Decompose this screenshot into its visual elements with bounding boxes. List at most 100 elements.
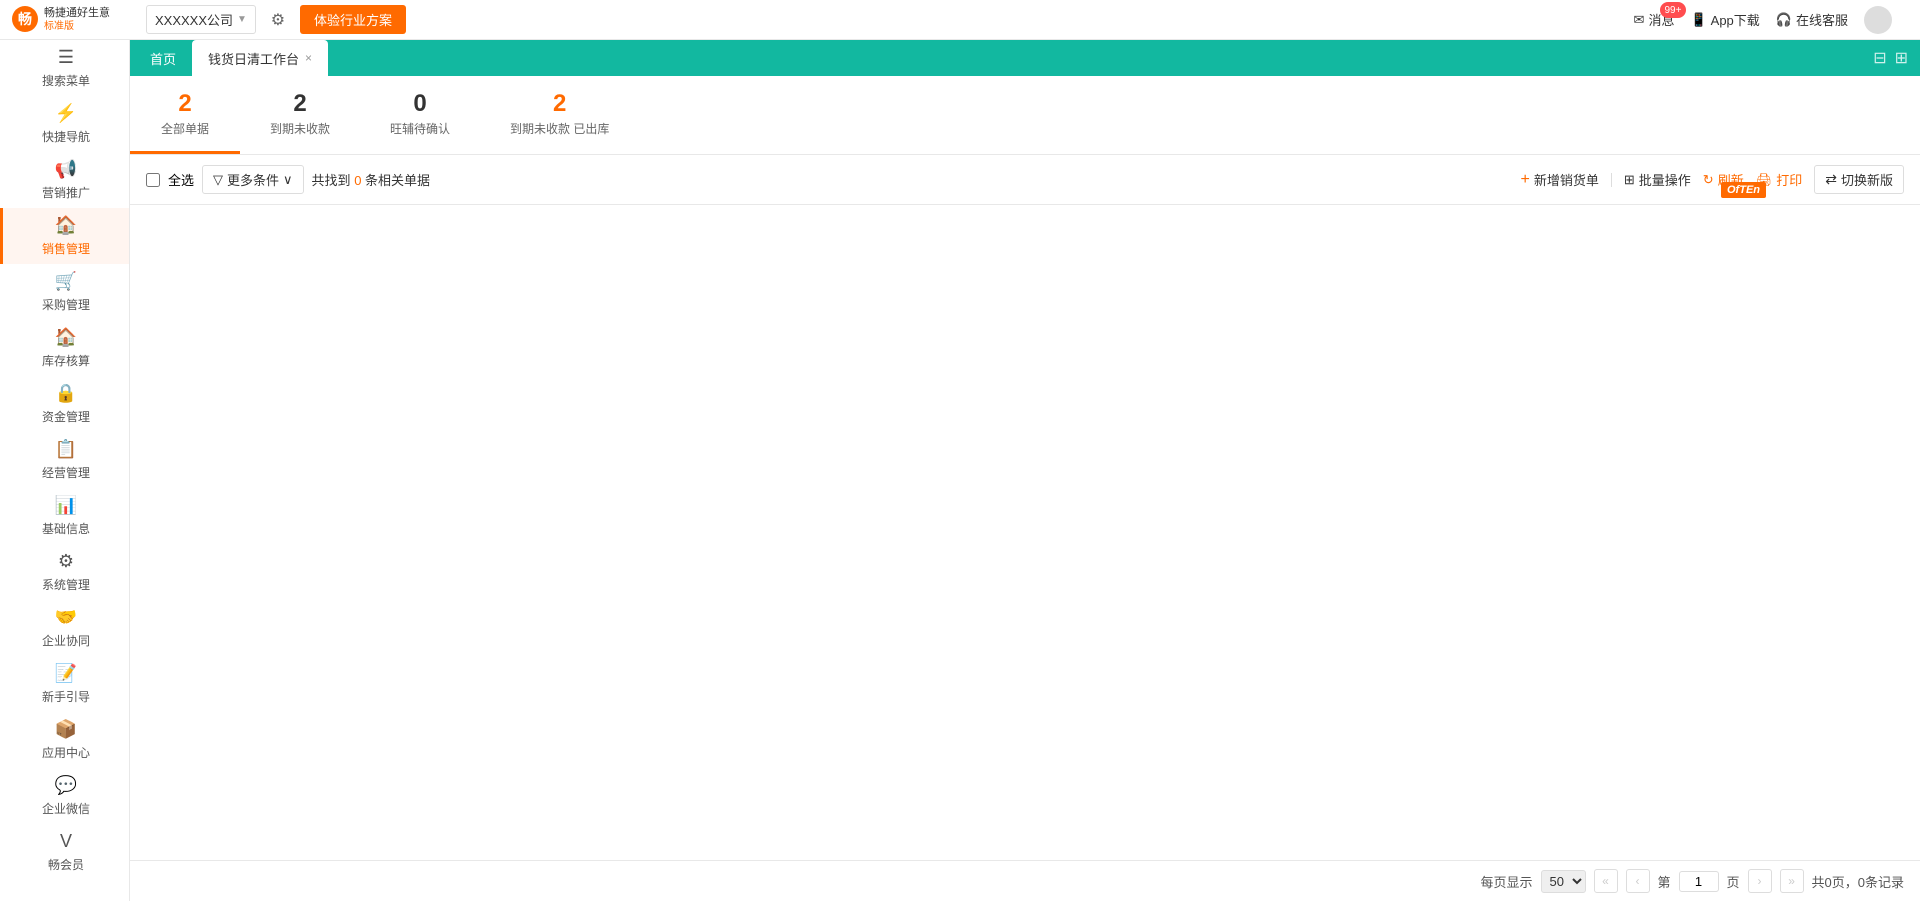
sidebar-label-guide: 新手引导	[42, 688, 90, 705]
nav-tabs: 首页 钱货日清工作台 × ⊟ ⊞	[130, 40, 1920, 76]
sidebar-item-quick-nav[interactable]: ⚡ 快捷导航	[0, 96, 129, 152]
stat-card-shipped[interactable]: 2 到期未收款 已出库	[480, 76, 639, 154]
logo-text: 畅捷通好生意 标准版	[44, 6, 110, 33]
inventory-icon: 🏠	[55, 327, 77, 348]
maximize-icon[interactable]: ⊞	[1895, 48, 1908, 68]
add-sales-order-button[interactable]: + 新增销货单	[1521, 170, 1599, 189]
tab-home[interactable]: 首页	[134, 40, 192, 76]
sidebar-item-operations[interactable]: 📋 经营管理	[0, 432, 129, 488]
switch-version-button[interactable]: ⇄ 切换新版	[1814, 165, 1904, 194]
table-area	[130, 205, 1920, 860]
cooperation-icon: 🤝	[55, 607, 77, 628]
stat-card-all[interactable]: 2 全部单据	[130, 76, 240, 154]
stat-num-all: 2	[178, 90, 191, 118]
nav-tabs-right: ⊟ ⊞	[1873, 48, 1916, 68]
sidebar-item-search-menu[interactable]: ☰ 搜索菜单	[0, 40, 129, 96]
sidebar-label-member: 畅会员	[48, 856, 84, 873]
last-page-button[interactable]: »	[1780, 869, 1804, 893]
company-selector[interactable]: XXXXXX公司 ▼	[146, 5, 256, 34]
sidebar-label-wechat: 企业微信	[42, 800, 90, 817]
select-all-checkbox[interactable]	[146, 173, 160, 187]
stat-card-overdue[interactable]: 2 到期未收款	[240, 76, 360, 154]
stat-label-shipped: 到期未收款 已出库	[510, 120, 609, 137]
member-icon: V	[60, 831, 72, 852]
sidebar-item-purchase[interactable]: 🛒 采购管理	[0, 264, 129, 320]
stat-num-overdue: 2	[293, 90, 306, 118]
chevron-down-icon: ▼	[237, 14, 247, 25]
header-right: ✉ 消息 99+ 📱 App下载 🎧 在线客服	[1634, 6, 1908, 34]
often-badge: OfTEn	[1721, 182, 1766, 198]
stat-card-wangfu[interactable]: 0 旺辅待确认	[360, 76, 480, 154]
toolbar-divider	[1611, 173, 1612, 187]
sidebar-label-cooperation: 企业协同	[42, 632, 90, 649]
avatar[interactable]	[1864, 6, 1892, 34]
page-size-select[interactable]: 50	[1541, 870, 1586, 893]
page-size-label: 每页显示	[1480, 872, 1532, 891]
stat-num-shipped: 2	[553, 90, 566, 118]
stats-bar: 2 全部单据 2 到期未收款 0 旺辅待确认 2 到期未收款 已出库	[130, 76, 1920, 155]
sidebar-item-wechat[interactable]: 💬 企业微信	[0, 768, 129, 824]
search-menu-icon: ☰	[58, 47, 74, 68]
batch-operation-button[interactable]: ⊞ 批量操作	[1624, 170, 1691, 189]
online-service-button[interactable]: 🎧 在线客服	[1776, 10, 1848, 29]
tab-workbench[interactable]: 钱货日清工作台 ×	[192, 40, 328, 76]
sidebar-item-sales[interactable]: 🏠 销售管理	[0, 208, 129, 264]
service-label: 在线客服	[1796, 10, 1848, 29]
sales-icon: 🏠	[55, 215, 77, 236]
quick-nav-icon: ⚡	[55, 103, 77, 124]
sidebar-item-basic-info[interactable]: 📊 基础信息	[0, 488, 129, 544]
sidebar-label-marketing: 营销推广	[42, 184, 90, 201]
trial-button[interactable]: 体验行业方案	[300, 5, 406, 34]
app-icon: 📱	[1690, 12, 1706, 28]
select-all-label: 全选	[168, 170, 194, 189]
sidebar-label-system: 系统管理	[42, 576, 90, 593]
purchase-icon: 🛒	[55, 271, 77, 292]
sidebar-item-cooperation[interactable]: 🤝 企业协同	[0, 600, 129, 656]
settings-button[interactable]: ⚙	[264, 6, 292, 34]
filter-icon: ▽	[213, 172, 223, 188]
top-header: 畅 畅捷通好生意 标准版 XXXXXX公司 ▼ ⚙ 体验行业方案 ✉ 消息 99…	[0, 0, 1920, 40]
sidebar-item-guide[interactable]: 📝 新手引导	[0, 656, 129, 712]
sidebar-label-search-menu: 搜索菜单	[42, 72, 90, 89]
guide-icon: 📝	[55, 663, 77, 684]
sidebar-label-app-center: 应用中心	[42, 744, 90, 761]
first-page-button[interactable]: «	[1594, 869, 1618, 893]
sidebar-item-system[interactable]: ⚙ 系统管理	[0, 544, 129, 600]
stat-label-wangfu: 旺辅待确认	[390, 120, 450, 137]
page-suffix: 页	[1727, 872, 1740, 891]
page-number-input[interactable]	[1679, 871, 1719, 892]
sidebar-item-marketing[interactable]: 📢 营销推广	[0, 152, 129, 208]
prev-page-button[interactable]: ‹	[1626, 869, 1650, 893]
company-name: XXXXXX公司	[155, 10, 233, 29]
sidebar-label-purchase: 采购管理	[42, 296, 90, 313]
logo-icon: 畅	[12, 6, 38, 32]
found-count: 0	[354, 173, 361, 188]
main-content: 2 全部单据 2 到期未收款 0 旺辅待确认 2 到期未收款 已出库 全选 ▽ …	[130, 76, 1920, 901]
sidebar-label-sales: 销售管理	[42, 240, 90, 257]
stat-label-overdue: 到期未收款	[270, 120, 330, 137]
sidebar-label-quick-nav: 快捷导航	[42, 128, 90, 145]
batch-icon: ⊞	[1624, 172, 1635, 188]
tab-close-icon[interactable]: ×	[305, 51, 312, 65]
sidebar-label-basic-info: 基础信息	[42, 520, 90, 537]
sidebar-label-operations: 经营管理	[42, 464, 90, 481]
sidebar-item-inventory[interactable]: 🏠 库存核算	[0, 320, 129, 376]
switch-icon: ⇄	[1825, 171, 1837, 188]
app-download-button[interactable]: 📱 App下载	[1690, 10, 1759, 29]
toolbar-right: + 新增销货单 ⊞ 批量操作 ↻ 刷新 🖨 打印 ⇄ 切换新版	[1521, 165, 1904, 194]
sidebar-item-finance[interactable]: 🔒 资金管理	[0, 376, 129, 432]
toolbar: 全选 ▽ 更多条件 ∨ 共找到 0 条相关单据 + 新增销货单 ⊞ 批量操作 ↻…	[130, 155, 1920, 205]
operations-icon: 📋	[55, 439, 77, 460]
sidebar-item-member[interactable]: V 畅会员	[0, 824, 129, 880]
message-icon: ✉	[1634, 12, 1645, 28]
stat-label-all: 全部单据	[161, 120, 209, 137]
sidebar-item-app-center[interactable]: 📦 应用中心	[0, 712, 129, 768]
service-icon: 🎧	[1776, 12, 1792, 28]
message-button[interactable]: ✉ 消息 99+	[1634, 10, 1675, 29]
sidebar-label-finance: 资金管理	[42, 408, 90, 425]
minimize-icon[interactable]: ⊟	[1873, 48, 1886, 68]
stat-num-wangfu: 0	[413, 90, 426, 118]
filter-button[interactable]: ▽ 更多条件 ∨	[202, 165, 304, 194]
next-page-button[interactable]: ›	[1748, 869, 1772, 893]
basic-info-icon: 📊	[55, 495, 77, 516]
